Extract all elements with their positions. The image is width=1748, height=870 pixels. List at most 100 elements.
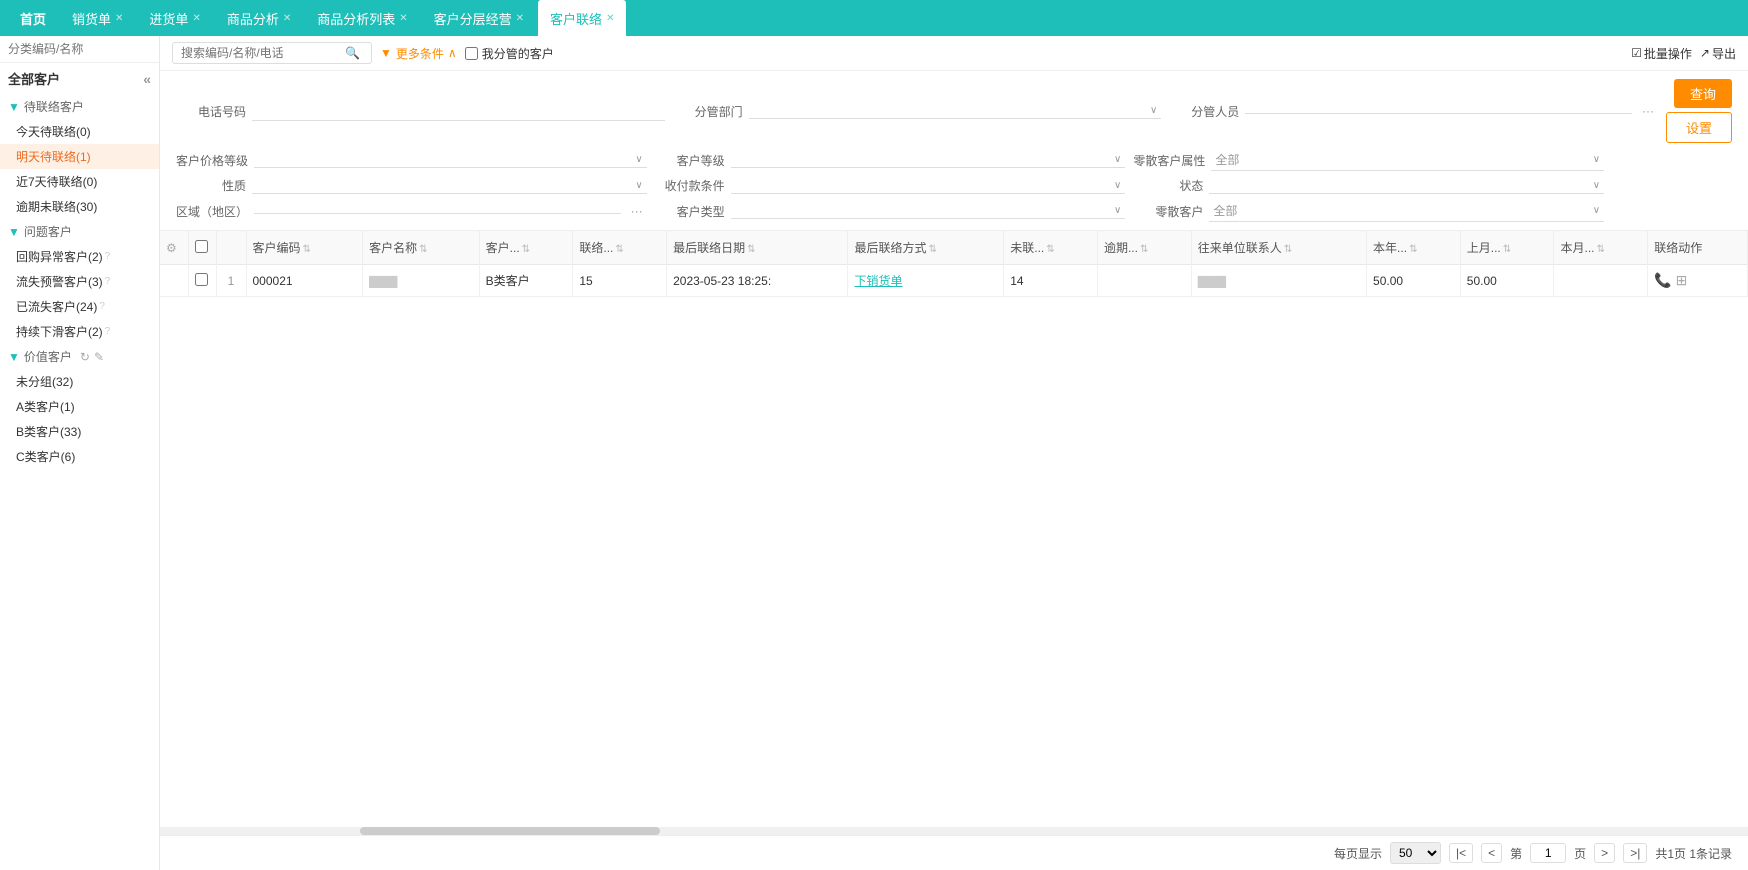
nature-chevron-icon: ∨ [635,180,642,191]
setting-button[interactable]: 设置 [1666,112,1732,143]
search-bar-icon[interactable]: 🔍 [345,46,360,60]
page-size-select[interactable]: 50 100 200 [1390,842,1441,864]
my-customer-checkbox[interactable] [465,47,478,60]
more-filter-btn[interactable]: ▼ 更多条件 ∧ [380,45,457,62]
nav-home[interactable]: 首页 [8,0,58,36]
sidebar-item-type-b[interactable]: B类客户(33) [0,419,159,444]
col-last-month[interactable]: 上月...⇅ [1460,231,1554,265]
nav-purchase[interactable]: 进货单 ✕ [137,0,212,36]
col-this-month[interactable]: 本月...⇅ [1554,231,1648,265]
top-nav: 首页 销货单 ✕ 进货单 ✕ 商品分析 ✕ 商品分析列表 ✕ 客户分层经营 ✕ … [0,0,1748,36]
first-page-btn[interactable]: |< [1449,843,1473,863]
row-this-month-cell [1554,265,1648,297]
sidebar-item-churned[interactable]: 已流失客户(24) ? [0,294,159,319]
nav-customer-contact[interactable]: 客户联络 ✕ [538,0,626,36]
select-all-checkbox[interactable] [195,240,208,253]
payment-select[interactable]: ∨ [731,178,1126,194]
prev-page-btn[interactable]: < [1481,843,1502,863]
col-last-date[interactable]: 最后联络日期⇅ [667,231,848,265]
export-btn[interactable]: ↗ 导出 [1700,45,1736,62]
nature-select[interactable]: ∨ [252,178,647,194]
filter-type: 客户类型 ∨ [655,203,1126,220]
table-settings-icon[interactable]: ⚙ [166,241,177,255]
sidebar-item-week[interactable]: 近7天待联络(0) [0,169,159,194]
phone-action-icon[interactable]: 📞 [1654,272,1671,289]
filter-panel: 电话号码 分管部门 ∨ 分管人员 ··· 查询 设置 [160,71,1748,231]
nature-label: 性质 [176,177,246,194]
col-checkbox[interactable] [188,231,216,265]
last-method-link[interactable]: 下销货单 [854,274,902,288]
status-select[interactable]: ∨ [1209,178,1604,194]
filter-dept: 分管部门 ∨ [673,103,1162,120]
filter-customer-level: 客户等级 ∨ [655,152,1126,169]
filter-row-3: 性质 ∨ 收付款条件 ∨ 状态 [176,177,1732,194]
next-page-btn[interactable]: > [1594,843,1615,863]
batch-ops-btn[interactable]: ☑ 批量操作 [1631,45,1692,62]
col-type[interactable]: 客户...⇅ [479,231,573,265]
close-tier-icon[interactable]: ✕ [516,13,524,24]
filter-price-level: 客户价格等级 ∨ [176,152,647,169]
close-goods-list-icon[interactable]: ✕ [399,13,407,24]
col-settings[interactable]: ⚙ [160,231,188,265]
col-year-amt[interactable]: 本年...⇅ [1367,231,1461,265]
col-overdue[interactable]: 逾期...⇅ [1097,231,1191,265]
close-goods-icon[interactable]: ✕ [283,13,291,24]
customer-level-select[interactable]: ∨ [731,152,1126,168]
nav-customer-tier[interactable]: 客户分层经营 ✕ [422,0,536,36]
sidebar-item-ungrouped[interactable]: 未分组(32) [0,369,159,394]
close-sales-icon[interactable]: ✕ [115,13,123,24]
region-dots-btn[interactable]: ··· [627,202,647,220]
sidebar-item-churn-warn[interactable]: 流失预警客户(3) ? [0,269,159,294]
sidebar-item-type-a[interactable]: A类客户(1) [0,394,159,419]
row-checkbox[interactable] [195,273,208,286]
collapse-icon: « [143,71,151,87]
level-chevron-icon: ∨ [1114,154,1121,165]
dept-select[interactable]: ∨ [749,103,1162,119]
sidebar-item-tomorrow[interactable]: 明天待联络(1) [0,144,159,169]
zero-customer-select[interactable]: 全部 ∨ [1209,200,1604,222]
sidebar-item-declining[interactable]: 持续下滑客户(2) ? [0,319,159,344]
filter-status: 状态 ∨ [1133,177,1604,194]
phone-input[interactable] [252,102,665,121]
person-label: 分管人员 [1169,103,1239,120]
total-label: 共1页 1条记录 [1655,845,1732,862]
type-select[interactable]: ∨ [731,203,1126,219]
last-page-btn[interactable]: >| [1623,843,1647,863]
value-refresh-icon[interactable]: ↻ [80,350,90,364]
scrollbar-thumb[interactable] [360,827,660,835]
sidebar-item-overdue[interactable]: 逾期未联络(30) [0,194,159,219]
row-overdue-cell [1097,265,1191,297]
close-contact-icon[interactable]: ✕ [606,13,614,24]
query-button[interactable]: 查询 [1674,79,1732,108]
grid-action-icon[interactable]: ⊞ [1676,272,1688,289]
customer-level-label: 客户等级 [655,152,725,169]
row-last-method-cell[interactable]: 下销货单 [848,265,1004,297]
nav-goods-analysis[interactable]: 商品分析 ✕ [215,0,303,36]
col-not-contact[interactable]: 未联...⇅ [1004,231,1098,265]
col-contact[interactable]: 联络...⇅ [573,231,667,265]
row-checkbox-cell[interactable] [188,265,216,297]
help-icon: ? [105,326,111,337]
col-code[interactable]: 客户编码⇅ [246,231,363,265]
search-input[interactable] [181,46,341,60]
person-dots-btn[interactable]: ··· [1638,102,1658,120]
nav-sales[interactable]: 销货单 ✕ [60,0,135,36]
filter-chevron-icon: ∧ [448,46,457,60]
nav-goods-list[interactable]: 商品分析列表 ✕ [305,0,419,36]
my-customer-checkbox-wrap[interactable]: 我分管的客户 [465,45,554,62]
sidebar-item-repurchase[interactable]: 回购异常客户(2) ? [0,244,159,269]
zero-attr-select[interactable]: 全部 ∨ [1211,149,1604,171]
close-purchase-icon[interactable]: ✕ [192,13,200,24]
price-select[interactable]: ∨ [254,152,647,168]
all-customers-title[interactable]: 全部客户 « [0,63,159,94]
col-past-contact[interactable]: 往来单位联系人⇅ [1191,231,1366,265]
sidebar-item-type-c[interactable]: C类客户(6) [0,444,159,469]
col-name[interactable]: 客户名称⇅ [363,231,480,265]
sidebar-item-today[interactable]: 今天待联络(0) [0,119,159,144]
page-input[interactable] [1530,843,1566,863]
row-name-cell: ████ [363,265,480,297]
col-last-method[interactable]: 最后联络方式⇅ [848,231,1004,265]
value-edit-icon[interactable]: ✎ [94,350,104,364]
sidebar-search-input[interactable] [8,42,160,56]
horizontal-scrollbar[interactable] [160,827,1748,835]
